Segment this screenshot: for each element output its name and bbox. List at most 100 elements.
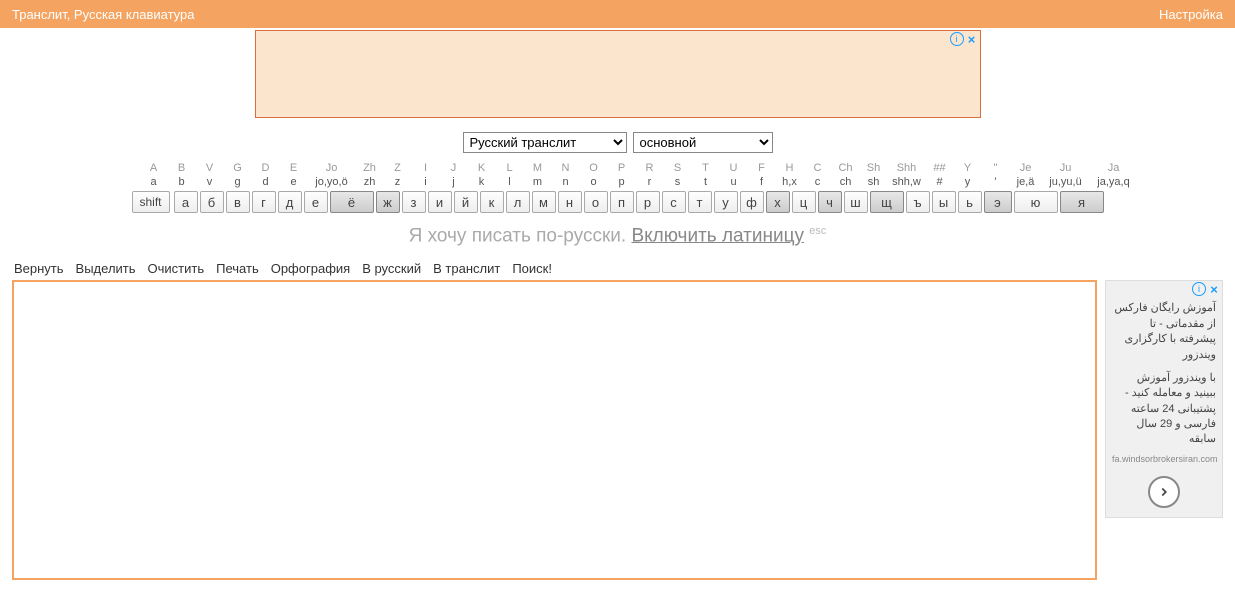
key-п[interactable]: п (610, 191, 634, 213)
key-в[interactable]: в (226, 191, 250, 213)
chevron-right-icon (1157, 485, 1171, 499)
key-г[interactable]: г (252, 191, 276, 213)
key-label-col: Jeje,ä (1011, 161, 1041, 189)
ad-close-icon[interactable]: × (965, 32, 979, 46)
key-label-bot: y (965, 175, 971, 189)
key-д[interactable]: д (278, 191, 302, 213)
ad-text-1: آموزش رایگان فارکس از مقدماتی - تا پیشرف… (1112, 301, 1216, 363)
key-о[interactable]: о (584, 191, 608, 213)
key-ч[interactable]: ч (818, 191, 842, 213)
key-ъ[interactable]: ъ (906, 191, 930, 213)
key-т[interactable]: т (688, 191, 712, 213)
key-label-col: Rr (637, 161, 663, 189)
key-label-bot: ja,ya,q (1097, 175, 1129, 189)
key-label-bot: l (508, 175, 510, 189)
key-ь[interactable]: ь (958, 191, 982, 213)
key-й[interactable]: й (454, 191, 478, 213)
toggle-latin-link[interactable]: Включить латиницу (631, 225, 804, 246)
side-ad[interactable]: i × آموزش رایگان فارکس از مقدماتی - تا پ… (1105, 280, 1223, 518)
key-label-bot: ch (840, 175, 852, 189)
key-label-col: Pp (609, 161, 635, 189)
key-label-col: Vv (197, 161, 223, 189)
key-ё[interactable]: ё (330, 191, 374, 213)
key-ю[interactable]: ю (1014, 191, 1058, 213)
key-label-top: N (562, 161, 570, 175)
toolbar-печать[interactable]: Печать (216, 261, 259, 276)
ad-info-icon[interactable]: i (950, 32, 964, 46)
key-ф[interactable]: ф (740, 191, 764, 213)
key-label-bot: t (704, 175, 707, 189)
key-label-col: ''' (983, 161, 1009, 189)
key-н[interactable]: н (558, 191, 582, 213)
top-ad-banner[interactable]: i × (255, 30, 981, 118)
layout-select[interactable]: основной (633, 132, 773, 153)
toolbar-выделить[interactable]: Выделить (76, 261, 136, 276)
key-label-col: Yy (955, 161, 981, 189)
key-label-top: J (451, 161, 457, 175)
topbar-title[interactable]: Транслит, Русская клавиатура (12, 7, 195, 22)
key-ж[interactable]: ж (376, 191, 400, 213)
key-label-col: Jaja,ya,q (1091, 161, 1137, 189)
key-б[interactable]: б (200, 191, 224, 213)
key-ш[interactable]: ш (844, 191, 868, 213)
ad-next-button[interactable] (1148, 476, 1180, 508)
toolbar-поиск![interactable]: Поиск! (512, 261, 552, 276)
key-label-top: R (646, 161, 654, 175)
key-я[interactable]: я (1060, 191, 1104, 213)
key-label-col: Oo (581, 161, 607, 189)
key-label-top: Jo (326, 161, 338, 175)
key-label-bot: d (262, 175, 268, 189)
key-ы[interactable]: ы (932, 191, 956, 213)
toolbar-очистить[interactable]: Очистить (148, 261, 205, 276)
key-у[interactable]: у (714, 191, 738, 213)
ad-close-icon[interactable]: × (1207, 282, 1221, 296)
key-label-top: H (786, 161, 794, 175)
toolbar-орфография[interactable]: Орфография (271, 261, 350, 276)
topbar: Транслит, Русская клавиатура Настройка (0, 0, 1235, 28)
shift-key[interactable]: shift (132, 191, 170, 213)
settings-link[interactable]: Настройка (1159, 7, 1223, 22)
language-select[interactable]: Русский транслит (463, 132, 627, 153)
key-label-col: Dd (253, 161, 279, 189)
key-label-bot: j (452, 175, 454, 189)
ad-info-icon[interactable]: i (1192, 282, 1206, 296)
banner-container: i × (0, 28, 1235, 120)
key-label-top: Ja (1108, 161, 1120, 175)
key-label-col: Ss (665, 161, 691, 189)
key-label-bot: i (424, 175, 426, 189)
key-label-bot: s (675, 175, 681, 189)
text-editor[interactable] (12, 280, 1097, 580)
key-а[interactable]: а (174, 191, 198, 213)
key-label-col: Tt (693, 161, 719, 189)
key-к[interactable]: к (480, 191, 504, 213)
toolbar-в русский[interactable]: В русский (362, 261, 421, 276)
key-label-col: Shsh (861, 161, 887, 189)
key-label-top: M (533, 161, 542, 175)
key-label-top: K (478, 161, 485, 175)
key-label-col: ### (927, 161, 953, 189)
key-label-bot: v (207, 175, 213, 189)
key-л[interactable]: л (506, 191, 530, 213)
key-э[interactable]: э (984, 191, 1012, 213)
key-label-col: Aa (141, 161, 167, 189)
key-label-bot: ju,yu,ü (1049, 175, 1081, 189)
key-ц[interactable]: ц (792, 191, 816, 213)
key-и[interactable]: и (428, 191, 452, 213)
key-е[interactable]: е (304, 191, 328, 213)
key-label-top: Y (964, 161, 971, 175)
toolbar-вернуть[interactable]: Вернуть (14, 261, 64, 276)
key-label-col: Zz (385, 161, 411, 189)
key-с[interactable]: с (662, 191, 686, 213)
key-м[interactable]: м (532, 191, 556, 213)
key-label-bot: k (479, 175, 485, 189)
key-label-bot: p (618, 175, 624, 189)
key-з[interactable]: з (402, 191, 426, 213)
key-щ[interactable]: щ (870, 191, 904, 213)
key-label-col: Ll (497, 161, 523, 189)
toolbar-в транслит[interactable]: В транслит (433, 261, 500, 276)
key-label-bot: sh (868, 175, 880, 189)
key-р[interactable]: р (636, 191, 660, 213)
key-label-top: Zh (363, 161, 376, 175)
key-х[interactable]: х (766, 191, 790, 213)
key-label-top: A (150, 161, 157, 175)
